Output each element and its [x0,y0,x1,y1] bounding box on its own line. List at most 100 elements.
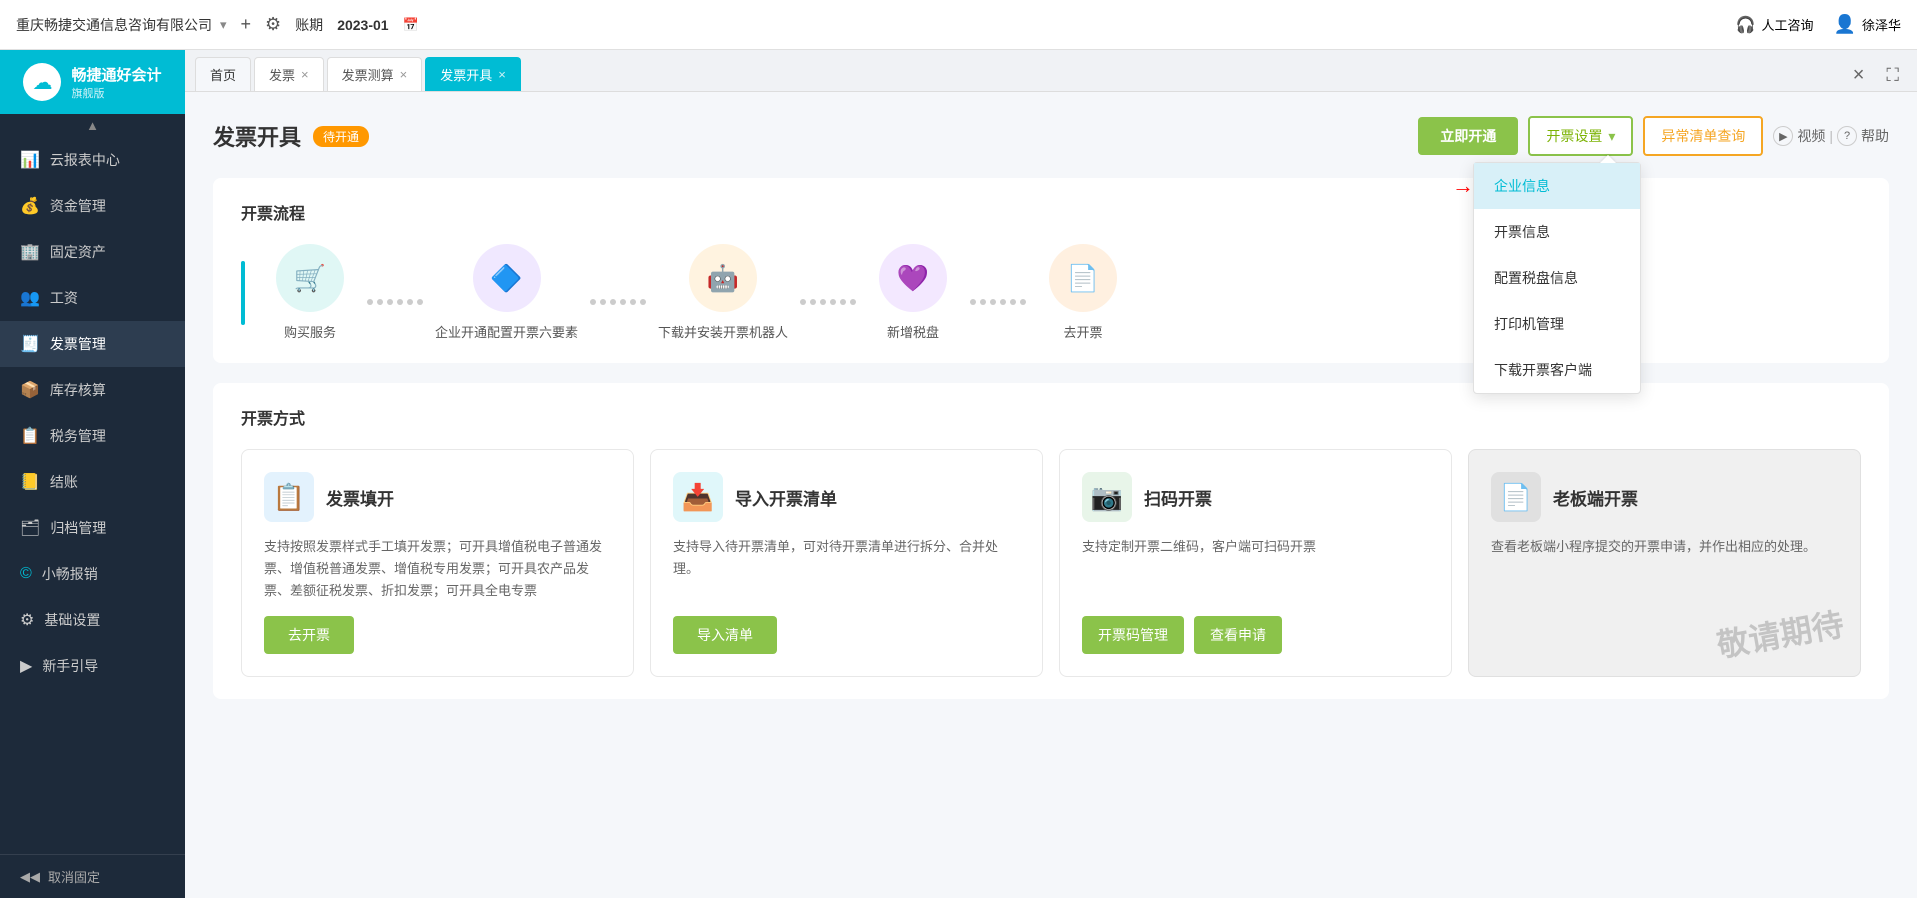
flow-step-1-label: 购买服务 [284,322,336,341]
dropdown-dayinji-label: 打印机管理 [1494,316,1564,332]
help-icon[interactable]: ? [1837,126,1857,146]
help-label[interactable]: 帮助 [1861,126,1889,146]
sidebar-item-shuiwu[interactable]: 📋 税务管理 [0,413,185,459]
sidebar-item-zijin[interactable]: 💰 资金管理 [0,183,185,229]
exception-button[interactable]: 异常清单查询 [1643,116,1763,156]
method-cards: 📋 发票填开 支持按照发票样式手工填开发票；可开具增值税电子普通发票、增值税普通… [241,449,1861,677]
sidebar-item-guidang[interactable]: 🗂 归档管理 [0,505,185,551]
dropdown-item-qiye[interactable]: → 企业信息 [1474,163,1640,209]
dropdown-item-dayinji[interactable]: 打印机管理 [1474,301,1640,347]
sidebar-item-yunbao[interactable]: 📊 云报表中心 [0,137,185,183]
company-selector[interactable]: 重庆畅捷交通信息咨询有限公司 ▾ [16,15,227,35]
dropdown-item-kaipiao[interactable]: 开票信息 [1474,209,1640,255]
sidebar-items: 📊 云报表中心 💰 资金管理 🏢 固定资产 👥 工资 🧾 发票管理 📦 [0,137,185,689]
tab-close-all-button[interactable]: × [1845,64,1873,87]
sidebar-item-shuiwu-label: 税务管理 [50,426,106,446]
fill-title: 发票填开 [326,485,394,510]
flow-left-bar [241,261,245,325]
flow-step-3: 🤖 下载并安装开票机器人 [658,244,788,341]
sidebar-item-fapiao[interactable]: 🧾 发票管理 [0,321,185,367]
dropdown-peizhi-label: 配置税盘信息 [1494,270,1578,286]
flow-step-2-icon: 🔷 [473,244,541,312]
scroll-up-button[interactable]: ▲ [0,114,185,137]
tab-fapiaocesuan[interactable]: 发票测算 × [327,57,423,91]
tab-fapiao-close[interactable]: × [301,67,309,82]
tab-fapiao[interactable]: 发票 × [254,57,324,91]
settings-icon[interactable]: ⚙ [265,14,281,35]
import-title: 导入开票清单 [735,485,837,510]
xinshoudayin-icon: ▶ [20,656,32,676]
tab-fapiaokaigu[interactable]: 发票开具 × [425,57,521,91]
scan-title: 扫码开票 [1144,485,1212,510]
boss-title: 老板端开票 [1553,485,1638,510]
video-label[interactable]: 视频 [1797,126,1825,146]
xiaobaoxiao-icon: © [20,565,32,583]
username: 徐泽华 [1862,15,1901,34]
flow-step-4-icon: 💜 [879,244,947,312]
method-section: 开票方式 📋 发票填开 支持按照发票样式手工填开发票；可开具增值税电子普通发票、… [213,383,1889,699]
sidebar-item-xiaobaoxiao-label: 小畅报销 [42,564,98,584]
sidebar-item-xinshoudayin-label: 新手引导 [42,656,98,676]
flow-step-3-label: 下载并安装开票机器人 [658,322,788,341]
settings-button[interactable]: 开票设置 ▾ [1528,116,1633,156]
sidebar-item-zijin-label: 资金管理 [50,196,106,216]
cancel-fixed-button[interactable]: ◀◀ 取消固定 [0,854,185,898]
fill-goto-button[interactable]: 去开票 [264,616,354,654]
method-card-scan: 📷 扫码开票 支持定制开票二维码，客户端可扫码开票 开票码管理 查看申请 [1059,449,1452,677]
method-card-fill: 📋 发票填开 支持按照发票样式手工填开发票；可开具增值税电子普通发票、增值税普通… [241,449,634,677]
period-value: 2023-01 [337,17,388,33]
headphone-icon: 🎧 [1736,15,1756,35]
activate-button[interactable]: 立即开通 [1418,117,1518,155]
sidebar-item-guidang-label: 归档管理 [50,518,106,538]
sidebar-item-kucun[interactable]: 📦 库存核算 [0,367,185,413]
dropdown-item-xiazai[interactable]: 下载开票客户端 [1474,347,1640,393]
calendar-icon[interactable]: 📅 [403,17,419,33]
kucun-icon: 📦 [20,380,40,400]
sidebar-item-gongzi[interactable]: 👥 工资 [0,275,185,321]
flow-connector-1 [367,281,423,305]
page-header: 发票开具 待开通 立即开通 开票设置 ▾ 异常清单查询 ▶ 视频 | ? [213,116,1889,156]
sidebar-item-jiezhang[interactable]: 📒 结账 [0,459,185,505]
sidebar-item-jichushezhi[interactable]: ⚙ 基础设置 [0,597,185,643]
play-icon[interactable]: ▶ [1773,126,1793,146]
sidebar-item-guding[interactable]: 🏢 固定资产 [0,229,185,275]
settings-dropdown: → 企业信息 开票信息 配置税盘信息 打印机管理 下 [1473,162,1641,394]
import-desc: 支持导入待开票清单，可对待开票清单进行拆分、合并处理。 [673,536,1020,602]
sidebar-item-fapiao-label: 发票管理 [50,334,106,354]
dropdown-qiye-label: 企业信息 [1494,176,1550,196]
settings-button-label: 开票设置 [1546,126,1602,146]
tab-expand-button[interactable]: ⛶ [1878,65,1907,86]
main-layout: ☁ 畅捷通好会计 旗舰版 ▲ 📊 云报表中心 💰 资金管理 🏢 固定资产 [0,50,1917,898]
user-info[interactable]: 👤 徐泽华 [1834,14,1901,35]
import-button[interactable]: 导入清单 [673,616,777,654]
fill-desc: 支持按照发票样式手工填开发票；可开具增值税电子普通发票、增值税普通发票、增值税专… [264,536,611,602]
jiezhang-icon: 📒 [20,472,40,492]
scan-manage-button[interactable]: 开票码管理 [1082,616,1184,654]
flow-step-1: 🛒 购买服务 [265,244,355,341]
shuiwu-icon: 📋 [20,426,40,446]
gongzi-icon: 👥 [20,288,40,308]
flow-connector-4 [970,281,1026,305]
logo-area: ☁ 畅捷通好会计 旗舰版 [0,50,185,114]
tab-fapiaokaigu-close[interactable]: × [498,67,506,82]
sidebar-item-gongzi-label: 工资 [50,288,78,308]
logo-text: 畅捷通好会计 [71,64,161,85]
page-content: 发票开具 待开通 立即开通 开票设置 ▾ 异常清单查询 ▶ 视频 | ? [185,92,1917,898]
dropdown-item-peizhi[interactable]: 配置税盘信息 [1474,255,1640,301]
sidebar-item-xinshoudayin[interactable]: ▶ 新手引导 [0,643,185,689]
logo-sub: 旗舰版 [71,85,161,101]
top-bar: 重庆畅捷交通信息咨询有限公司 ▾ + ⚙ 账期 2023-01 📅 🎧 人工咨询… [0,0,1917,50]
tab-fapiaocesuan-close[interactable]: × [400,67,408,82]
company-name: 重庆畅捷交通信息咨询有限公司 [16,15,212,35]
tab-home[interactable]: 首页 [195,57,251,91]
flow-step-2: 🔷 企业开通配置开票六要素 [435,244,578,341]
service-button[interactable]: 🎧 人工咨询 [1736,15,1814,35]
method-card-boss: 📄 老板端开票 查看老板端小程序提交的开票申请，并作出相应的处理。 敬请期待 [1468,449,1861,677]
sidebar-item-jichushezhi-label: 基础设置 [44,610,100,630]
add-company-button[interactable]: + [241,14,252,35]
sidebar-item-xiaobaoxiao[interactable]: © 小畅报销 [0,551,185,597]
sidebar-item-yunbao-label: 云报表中心 [50,150,120,170]
flow-connector-3 [800,281,856,305]
scan-view-button[interactable]: 查看申请 [1194,616,1282,654]
chevron-down-icon: ▾ [220,17,227,33]
